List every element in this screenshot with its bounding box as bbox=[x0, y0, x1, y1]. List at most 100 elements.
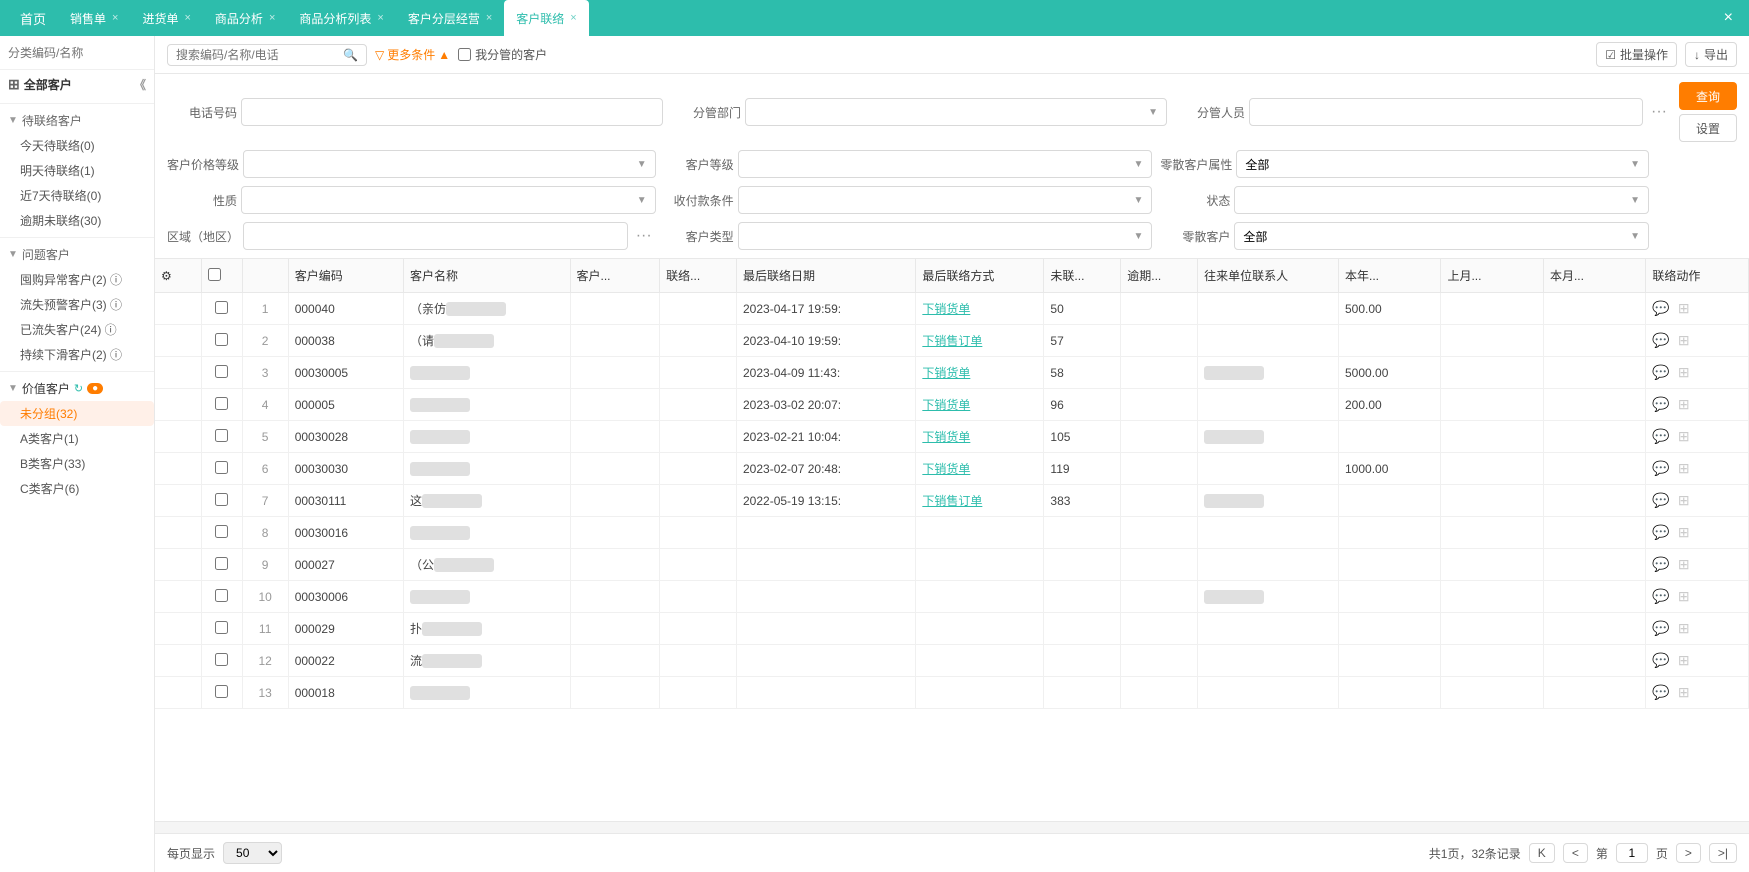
close-tab-product-list[interactable]: × bbox=[377, 12, 383, 24]
grid-action-icon[interactable]: ⊞ bbox=[1678, 396, 1690, 413]
grid-action-icon[interactable]: ⊞ bbox=[1678, 620, 1690, 637]
cell-checkbox[interactable] bbox=[201, 389, 242, 421]
filter-retail-attr-select[interactable]: 全部▼ bbox=[1236, 150, 1649, 178]
filter-phone-input[interactable] bbox=[241, 98, 663, 126]
filter-status-select[interactable]: ▼ bbox=[1234, 186, 1649, 214]
sidebar-item-abnormal[interactable]: 囤购异常客户(2) ⓘ bbox=[0, 267, 154, 292]
filter-manager-more[interactable]: ··· bbox=[1647, 104, 1671, 120]
col-last-month[interactable]: 上月... bbox=[1441, 259, 1543, 293]
message-icon[interactable]: 💬 bbox=[1652, 428, 1669, 445]
sidebar-item-class-a[interactable]: A类客户(1) bbox=[0, 426, 154, 451]
cell-checkbox[interactable] bbox=[201, 517, 242, 549]
grid-action-icon[interactable]: ⊞ bbox=[1678, 556, 1690, 573]
cell-checkbox[interactable] bbox=[201, 485, 242, 517]
col-contact[interactable]: 联络... bbox=[660, 259, 737, 293]
tab-customer-segment[interactable]: 客户分层经营 × bbox=[396, 0, 504, 36]
cell-last-way[interactable]: 下销售订单 bbox=[916, 485, 1044, 517]
row-checkbox[interactable] bbox=[215, 301, 228, 314]
sidebar-item-ungroup[interactable]: 未分组(32) bbox=[0, 401, 154, 426]
grid-action-icon[interactable]: ⊞ bbox=[1678, 364, 1690, 381]
reset-button[interactable]: 设置 bbox=[1679, 114, 1737, 142]
sidebar-search-input[interactable] bbox=[8, 46, 155, 60]
message-icon[interactable]: 💬 bbox=[1652, 396, 1669, 413]
filter-payment-select[interactable]: ▼ bbox=[738, 186, 1153, 214]
row-checkbox[interactable] bbox=[215, 397, 228, 410]
grid-action-icon[interactable]: ⊞ bbox=[1678, 588, 1690, 605]
row-checkbox[interactable] bbox=[215, 621, 228, 634]
grid-action-icon[interactable]: ⊞ bbox=[1678, 492, 1690, 509]
col-checkbox[interactable] bbox=[201, 259, 242, 293]
filter-region-more[interactable]: ··· bbox=[632, 228, 656, 244]
tab-product-analysis[interactable]: 商品分析 × bbox=[203, 0, 287, 36]
message-icon[interactable]: 💬 bbox=[1652, 332, 1669, 349]
filter-type-select[interactable]: ▼ bbox=[738, 222, 1153, 250]
sidebar-item-class-b[interactable]: B类客户(33) bbox=[0, 451, 154, 476]
col-no-contact[interactable]: 未联... bbox=[1044, 259, 1121, 293]
last-way-link[interactable]: 下销售订单 bbox=[922, 334, 982, 348]
sidebar-group-pending[interactable]: ▼ 待联络客户 bbox=[0, 108, 154, 133]
horizontal-scrollbar[interactable] bbox=[155, 821, 1749, 833]
filter-nature-select[interactable]: ▼ bbox=[241, 186, 656, 214]
col-last-date[interactable]: 最后联络日期 bbox=[737, 259, 916, 293]
sidebar-item-class-c[interactable]: C类客户(6) bbox=[0, 476, 154, 501]
row-checkbox[interactable] bbox=[215, 653, 228, 666]
cell-checkbox[interactable] bbox=[201, 325, 242, 357]
sidebar-item-churn-warning[interactable]: 流失预警客户(3) ⓘ bbox=[0, 292, 154, 317]
close-tab-purchase[interactable]: × bbox=[184, 12, 190, 24]
sidebar-item-7day-pending[interactable]: 近7天待联络(0) bbox=[0, 183, 154, 208]
cell-checkbox[interactable] bbox=[201, 581, 242, 613]
col-company-contact[interactable]: 往来单位联系人 bbox=[1198, 259, 1339, 293]
grid-action-icon[interactable]: ⊞ bbox=[1678, 524, 1690, 541]
grid-action-icon[interactable]: ⊞ bbox=[1678, 652, 1690, 669]
cell-last-way[interactable]: 下销货单 bbox=[916, 293, 1044, 325]
row-checkbox[interactable] bbox=[215, 461, 228, 474]
close-tab-product-analysis[interactable]: × bbox=[269, 12, 275, 24]
tab-home[interactable]: 首页 bbox=[8, 0, 58, 36]
filter-level-select[interactable]: ▼ bbox=[738, 150, 1153, 178]
row-checkbox[interactable] bbox=[215, 589, 228, 602]
last-page-button[interactable]: >| bbox=[1709, 843, 1737, 863]
collapse-sidebar-icon[interactable]: 《 bbox=[134, 76, 146, 93]
cell-last-way[interactable]: 下销售订单 bbox=[916, 325, 1044, 357]
message-icon[interactable]: 💬 bbox=[1652, 492, 1669, 509]
message-icon[interactable]: 💬 bbox=[1652, 460, 1669, 477]
grid-action-icon[interactable]: ⊞ bbox=[1678, 300, 1690, 317]
tab-sales[interactable]: 销售单 × bbox=[58, 0, 130, 36]
message-icon[interactable]: 💬 bbox=[1652, 620, 1669, 637]
my-customers-checkbox[interactable] bbox=[458, 48, 471, 61]
sidebar-item-tomorrow-pending[interactable]: 明天待联络(1) bbox=[0, 158, 154, 183]
col-code[interactable]: 客户编码 bbox=[288, 259, 403, 293]
col-this-month[interactable]: 本月... bbox=[1543, 259, 1645, 293]
last-way-link[interactable]: 下销货单 bbox=[922, 462, 970, 476]
batch-op-button[interactable]: ☑ 批量操作 bbox=[1596, 42, 1677, 67]
export-button[interactable]: ↓ 导出 bbox=[1685, 42, 1737, 67]
grid-action-icon[interactable]: ⊞ bbox=[1678, 332, 1690, 349]
message-icon[interactable]: 💬 bbox=[1652, 524, 1669, 541]
row-checkbox[interactable] bbox=[215, 685, 228, 698]
filter-manager-select[interactable] bbox=[1249, 98, 1643, 126]
filter-region-select[interactable] bbox=[243, 222, 628, 250]
col-settings[interactable]: ⚙ bbox=[155, 259, 201, 293]
message-icon[interactable]: 💬 bbox=[1652, 588, 1669, 605]
cell-checkbox[interactable] bbox=[201, 453, 242, 485]
row-checkbox[interactable] bbox=[215, 365, 228, 378]
cell-last-way[interactable]: 下销货单 bbox=[916, 421, 1044, 453]
sidebar-group-value[interactable]: ▼ 价值客户 ↻ ● bbox=[0, 376, 154, 401]
last-way-link[interactable]: 下销货单 bbox=[922, 302, 970, 316]
cell-checkbox[interactable] bbox=[201, 357, 242, 389]
select-all-checkbox[interactable] bbox=[208, 268, 221, 281]
last-way-link[interactable]: 下销货单 bbox=[922, 366, 970, 380]
col-name[interactable]: 客户名称 bbox=[403, 259, 570, 293]
row-checkbox[interactable] bbox=[215, 525, 228, 538]
filter-my-customers[interactable]: 我分管的客户 bbox=[458, 46, 547, 63]
filter-price-select[interactable]: ▼ bbox=[243, 150, 656, 178]
tab-customer-contact[interactable]: 客户联络 × bbox=[504, 0, 588, 36]
filter-search-icon[interactable]: 🔍 bbox=[343, 48, 358, 62]
next-page-button[interactable]: > bbox=[1676, 843, 1701, 863]
window-close-button[interactable]: × bbox=[1716, 9, 1741, 27]
row-checkbox[interactable] bbox=[215, 493, 228, 506]
last-way-link[interactable]: 下销售订单 bbox=[922, 494, 982, 508]
page-size-select[interactable]: 50 100 200 bbox=[223, 842, 282, 864]
cell-checkbox[interactable] bbox=[201, 613, 242, 645]
grid-action-icon[interactable]: ⊞ bbox=[1678, 428, 1690, 445]
